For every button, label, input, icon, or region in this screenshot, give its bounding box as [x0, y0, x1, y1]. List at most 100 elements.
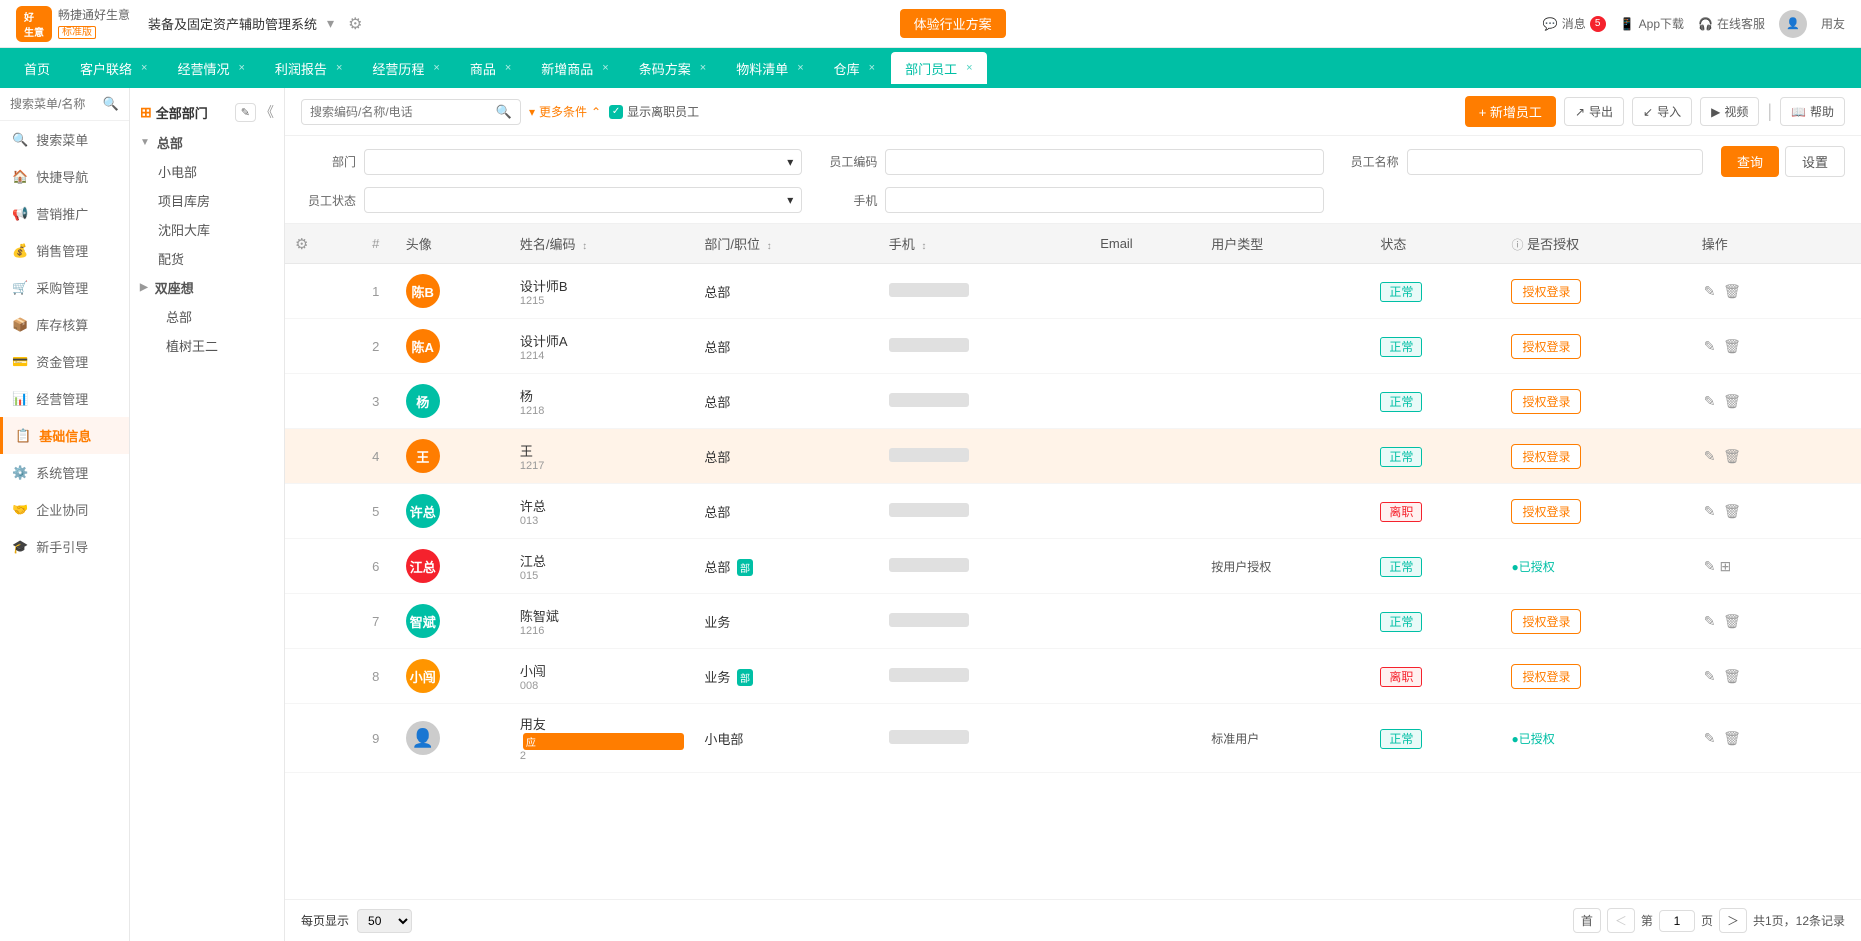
delete-button[interactable]: 🗑: [1723, 283, 1741, 300]
sidebar-item[interactable]: 🤝企业协同: [0, 491, 129, 528]
dept-filter-select[interactable]: ▾: [364, 149, 802, 175]
sidebar-item[interactable]: 💳资金管理: [0, 343, 129, 380]
resigned-checkbox[interactable]: ✓: [609, 105, 623, 119]
nav-tab[interactable]: 仓库×: [820, 52, 889, 84]
edit-button[interactable]: ✎: [1704, 730, 1716, 747]
next-page-button[interactable]: ＞: [1719, 908, 1747, 933]
close-tab-icon[interactable]: ×: [141, 62, 147, 74]
emp-status-select[interactable]: ▾: [364, 187, 802, 213]
delete-button[interactable]: 🗑: [1723, 448, 1741, 465]
dept-tree-item[interactable]: 项目库房: [130, 186, 284, 215]
page-size-select[interactable]: 50 100 200: [357, 909, 412, 933]
sidebar-item[interactable]: 🏠快捷导航: [0, 158, 129, 195]
close-tab-icon[interactable]: ×: [433, 62, 439, 74]
dept-all-label[interactable]: 全部部门: [156, 103, 208, 122]
trial-button[interactable]: 体验行业方案: [900, 9, 1006, 38]
nav-tab[interactable]: 商品×: [456, 52, 525, 84]
sidebar-item[interactable]: ⚙️系统管理: [0, 454, 129, 491]
edit-button[interactable]: ✎: [1704, 448, 1716, 465]
help-button[interactable]: 📖 帮助: [1780, 97, 1845, 126]
delete-button[interactable]: 🗑: [1723, 730, 1741, 747]
dept-tree-item[interactable]: ▼总部: [130, 128, 284, 157]
close-tab-icon[interactable]: ×: [238, 62, 244, 74]
export-button[interactable]: ↗ 导出: [1564, 97, 1624, 126]
sidebar-item[interactable]: 📊经营管理: [0, 380, 129, 417]
nav-tab[interactable]: 新增商品×: [527, 52, 622, 84]
sidebar-item[interactable]: 🛒采购管理: [0, 269, 129, 306]
authorize-button[interactable]: 授权登录: [1511, 389, 1581, 414]
main-search-input[interactable]: [310, 105, 490, 119]
sidebar-item[interactable]: 🔍搜索菜单: [0, 121, 129, 158]
sidebar-item[interactable]: 📋基础信息: [0, 417, 129, 454]
nav-tab[interactable]: 利润报告×: [261, 52, 356, 84]
system-title-dropdown[interactable]: ▾: [327, 15, 334, 32]
nav-tab[interactable]: 物料清单×: [722, 52, 817, 84]
dept-sort-icon[interactable]: ↕: [767, 241, 772, 252]
sort-icon[interactable]: ↕: [582, 241, 587, 252]
close-tab-icon[interactable]: ×: [700, 62, 706, 74]
nav-tab[interactable]: 经营历程×: [358, 52, 453, 84]
col-settings-icon[interactable]: ⚙: [295, 236, 308, 253]
close-tab-icon[interactable]: ×: [966, 62, 972, 74]
search-box[interactable]: 🔍: [301, 99, 521, 125]
authorize-button[interactable]: 授权登录: [1511, 334, 1581, 359]
nav-tab[interactable]: 部门员工×: [891, 52, 986, 84]
query-button[interactable]: 查询: [1721, 146, 1779, 177]
settings-icon[interactable]: ⚙: [348, 14, 362, 34]
edit-button[interactable]: ✎: [1704, 503, 1716, 520]
close-tab-icon[interactable]: ×: [797, 62, 803, 74]
prev-page-button[interactable]: ＜: [1607, 908, 1635, 933]
sidebar-item[interactable]: 📢营销推广: [0, 195, 129, 232]
edit-button[interactable]: ✎: [1704, 283, 1716, 300]
sidebar-item[interactable]: 📦库存核算: [0, 306, 129, 343]
edit-button[interactable]: ✎: [1704, 338, 1716, 355]
app-download-button[interactable]: 📱 App下载: [1620, 15, 1684, 32]
add-employee-button[interactable]: + 新增员工: [1465, 96, 1556, 127]
dept-tree-item[interactable]: 沈阳大库: [130, 215, 284, 244]
authorize-button[interactable]: 授权登录: [1511, 664, 1581, 689]
avatar[interactable]: 👤: [1779, 10, 1807, 38]
phone-input[interactable]: [885, 187, 1323, 213]
close-tab-icon[interactable]: ×: [505, 62, 511, 74]
dept-tree-item[interactable]: 小电部: [130, 157, 284, 186]
page-number-input[interactable]: [1659, 910, 1695, 932]
close-tab-icon[interactable]: ×: [602, 62, 608, 74]
delete-button[interactable]: 🗑: [1723, 503, 1741, 520]
dept-tree-item[interactable]: 配货: [130, 244, 284, 273]
copy-button[interactable]: ⊞: [1720, 558, 1732, 575]
dept-collapse-button[interactable]: 《: [260, 102, 274, 122]
nav-tab[interactable]: 首页: [10, 52, 64, 84]
authorize-button[interactable]: 授权登录: [1511, 499, 1581, 524]
edit-button[interactable]: ✎: [1704, 613, 1716, 630]
edit-button[interactable]: ✎: [1704, 393, 1716, 410]
edit-button[interactable]: ✎: [1704, 558, 1716, 575]
nav-tab[interactable]: 经营情况×: [163, 52, 258, 84]
dept-tree-item[interactable]: 总部: [130, 302, 284, 331]
delete-button[interactable]: 🗑: [1723, 668, 1741, 685]
close-tab-icon[interactable]: ×: [336, 62, 342, 74]
delete-button[interactable]: 🗑: [1723, 613, 1741, 630]
delete-button[interactable]: 🗑: [1723, 393, 1741, 410]
set-button[interactable]: 设置: [1785, 146, 1845, 177]
emp-code-input[interactable]: [885, 149, 1323, 175]
edit-button[interactable]: ✎: [1704, 668, 1716, 685]
message-button[interactable]: 💬 消息 5: [1543, 15, 1606, 32]
nav-tab[interactable]: 客户联络×: [66, 52, 161, 84]
sidebar-item[interactable]: 💰销售管理: [0, 232, 129, 269]
sidebar-item[interactable]: 🎓新手引导: [0, 528, 129, 565]
authorize-button[interactable]: 授权登录: [1511, 279, 1581, 304]
sidebar-search-box[interactable]: 🔍: [0, 88, 129, 121]
delete-button[interactable]: 🗑: [1723, 338, 1741, 355]
first-page-button[interactable]: 首: [1573, 908, 1601, 933]
dept-tree-item[interactable]: 植树王二: [130, 331, 284, 360]
dept-tree-item[interactable]: ▶双座想: [130, 273, 284, 302]
sidebar-search-input[interactable]: [10, 97, 99, 111]
video-button[interactable]: ▶ 视频: [1700, 97, 1759, 126]
import-button[interactable]: ↙ 导入: [1632, 97, 1692, 126]
col-settings[interactable]: ⚙: [285, 224, 356, 264]
phone-sort-icon[interactable]: ↕: [921, 241, 926, 252]
emp-name-input[interactable]: [1407, 149, 1703, 175]
close-tab-icon[interactable]: ×: [869, 62, 875, 74]
more-filter-button[interactable]: ▾ 更多条件 ⌃: [529, 103, 601, 120]
online-service-button[interactable]: 🎧 在线客服: [1698, 15, 1765, 32]
